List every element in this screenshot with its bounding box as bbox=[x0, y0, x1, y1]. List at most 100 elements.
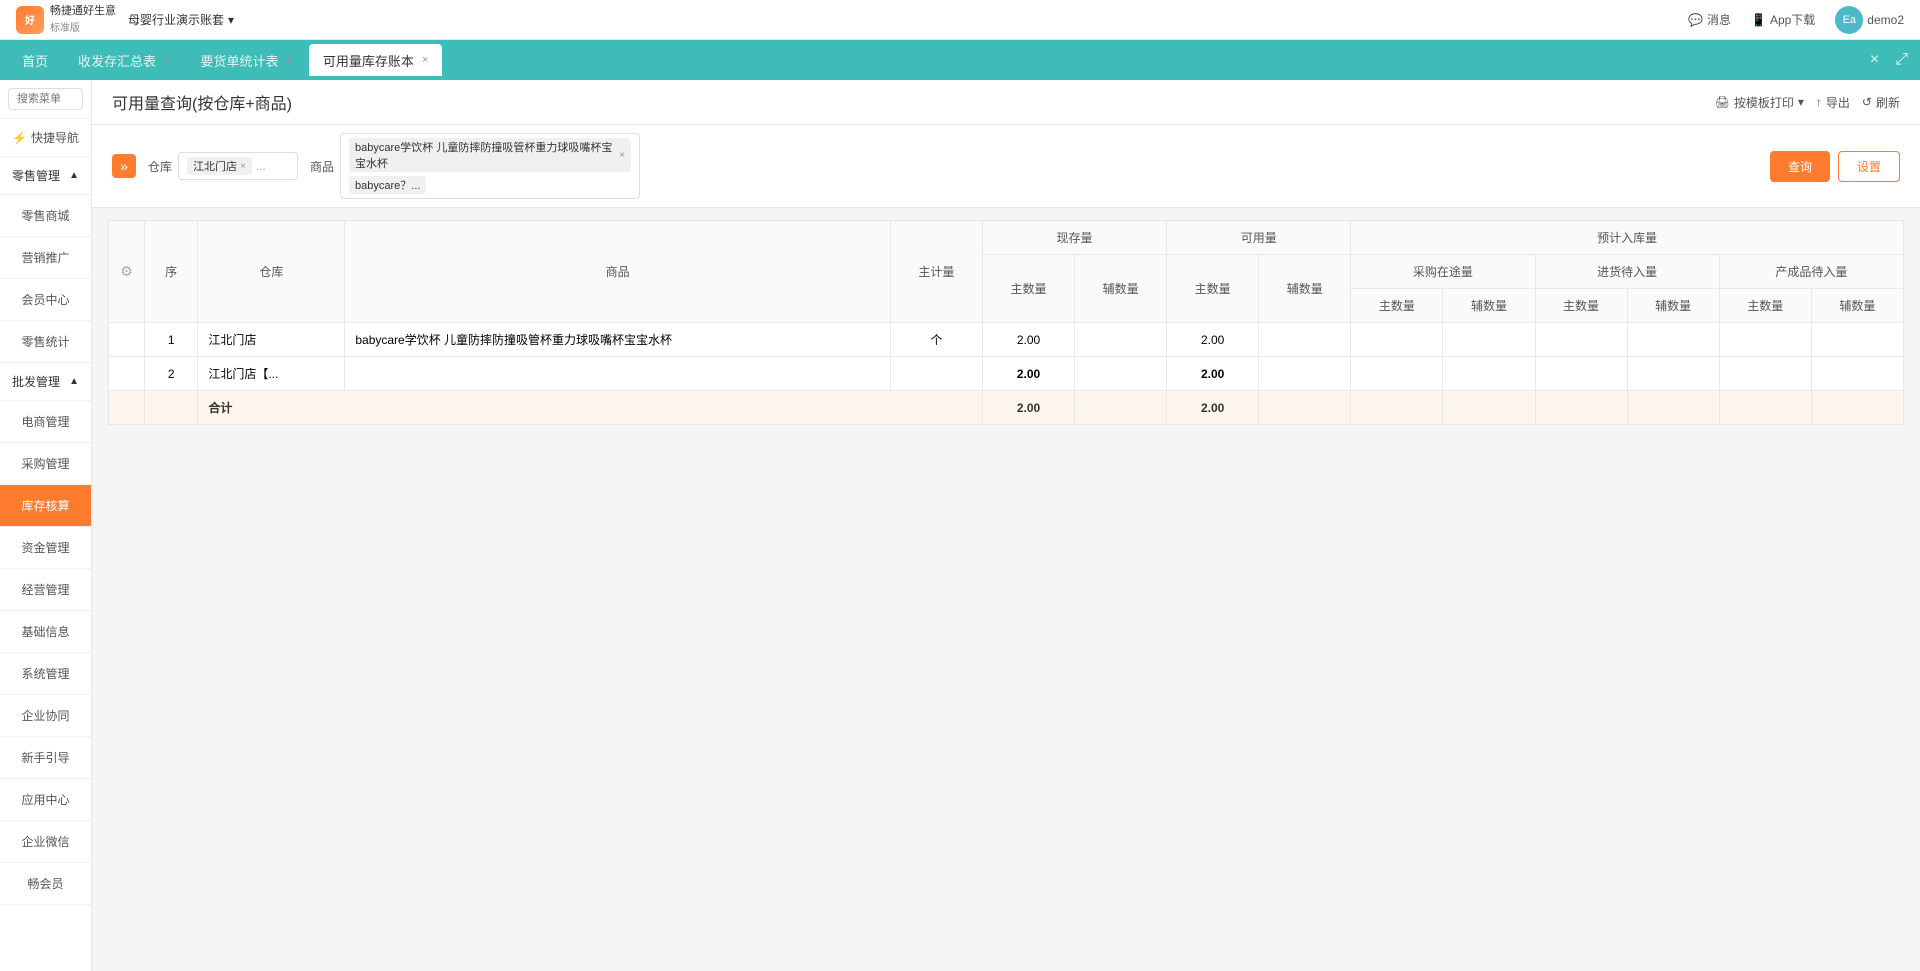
sidebar-item-label: 零售管理 bbox=[12, 167, 60, 184]
tab-purchase-close[interactable]: × bbox=[286, 54, 292, 66]
cell-incoming-aux-1 bbox=[1627, 323, 1719, 357]
table-footer-row: 合计 2.00 2.00 bbox=[109, 391, 1904, 425]
warehouse-filter-label: 仓库 bbox=[148, 158, 172, 175]
settings-button[interactable]: 设置 bbox=[1838, 151, 1900, 182]
cell-no-1: 1 bbox=[145, 323, 198, 357]
cell-current-main-2: 2.00 bbox=[982, 357, 1074, 391]
col-finished-main-header: 主数量 bbox=[1719, 289, 1811, 323]
footer-purchase-main bbox=[1351, 391, 1443, 425]
cell-purchase-main-2 bbox=[1351, 357, 1443, 391]
main-layout: ⚡ 快捷导航 零售管理 ▲ 零售商城 营销推广 会员中心 零售统计 批发管理 ▲… bbox=[0, 80, 1920, 971]
sidebar-item-label: 资金管理 bbox=[21, 539, 69, 556]
print-button[interactable]: 🖨 按模板打印 ▾ bbox=[1715, 94, 1804, 111]
export-button[interactable]: ↑ 导出 bbox=[1816, 94, 1850, 111]
sidebar-item-enterprise-collab[interactable]: 企业协同 bbox=[0, 695, 91, 737]
sidebar-search-input[interactable] bbox=[8, 88, 83, 110]
user-profile[interactable]: Ea demo2 bbox=[1835, 6, 1904, 34]
cell-available-aux-1 bbox=[1259, 323, 1351, 357]
sidebar-item-label: 电商管理 bbox=[21, 413, 69, 430]
sidebar-item-app-center[interactable]: 应用中心 bbox=[0, 779, 91, 821]
col-incoming-main-header: 主数量 bbox=[1535, 289, 1627, 323]
settings-icon[interactable]: ⚙ bbox=[120, 263, 133, 279]
product-filter-input[interactable]: babycare学饮杯 儿童防摔防撞吸管杯重力球吸嘴杯宝宝水杯 × babyca… bbox=[340, 133, 640, 199]
sidebar-item-label: 会员中心 bbox=[21, 291, 69, 308]
footer-current-aux bbox=[1075, 391, 1167, 425]
refresh-button[interactable]: ↺ 刷新 bbox=[1862, 94, 1900, 111]
tab-available-stock[interactable]: 可用量库存账本 × bbox=[309, 44, 442, 76]
sidebar-item-system[interactable]: 系统管理 bbox=[0, 653, 91, 695]
col-purchase-main-header: 主数量 bbox=[1351, 289, 1443, 323]
cell-available-aux-2 bbox=[1259, 357, 1351, 391]
sidebar-item-purchase[interactable]: 采购管理 bbox=[0, 443, 91, 485]
tab-purchase-label: 要货单统计表 bbox=[200, 51, 278, 70]
col-expected-in-header: 预计入库量 bbox=[1351, 221, 1904, 255]
sidebar-item-label: 库存核算 bbox=[21, 497, 69, 514]
tab-receivable-close[interactable]: × bbox=[164, 54, 170, 66]
page-actions: 🖨 按模板打印 ▾ ↑ 导出 ↺ 刷新 bbox=[1715, 94, 1900, 111]
sidebar-item-enterprise-wechat[interactable]: 企业微信 bbox=[0, 821, 91, 863]
cell-incoming-main-2 bbox=[1535, 357, 1627, 391]
sidebar-item-operations[interactable]: 经营管理 bbox=[0, 569, 91, 611]
app-download-button[interactable]: 📱 App下载 bbox=[1751, 11, 1815, 28]
footer-label: 合计 bbox=[198, 391, 983, 425]
query-button[interactable]: 查询 bbox=[1770, 151, 1830, 182]
user-name: demo2 bbox=[1867, 13, 1904, 27]
cell-warehouse-2: 江北门店【... bbox=[198, 357, 345, 391]
sidebar-item-retail-stats[interactable]: 零售统计 bbox=[0, 321, 91, 363]
product-filter-label: 商品 bbox=[310, 158, 334, 175]
sidebar-item-finance[interactable]: 资金管理 bbox=[0, 527, 91, 569]
sidebar-item-inventory[interactable]: 库存核算 bbox=[0, 485, 91, 527]
sidebar-item-label: 企业微信 bbox=[21, 833, 69, 850]
cell-no-2: 2 bbox=[145, 357, 198, 391]
sidebar-item-chang-member[interactable]: 畅会员 bbox=[0, 863, 91, 905]
message-button[interactable]: 💬 消息 bbox=[1688, 11, 1731, 28]
page-header: 可用量查询(按仓库+商品) 🖨 按模板打印 ▾ ↑ 导出 ↺ 刷新 bbox=[92, 80, 1920, 125]
close-all-tabs-button[interactable]: × bbox=[1866, 47, 1883, 73]
product-tag-1-remove[interactable]: × bbox=[619, 150, 625, 161]
cell-finished-aux-1 bbox=[1811, 323, 1903, 357]
expand-tab-button[interactable]: ⤢ bbox=[1891, 47, 1912, 73]
sidebar-item-wholesale-management[interactable]: 批发管理 ▲ bbox=[0, 363, 91, 401]
product-filter-group: 商品 babycare学饮杯 儿童防摔防撞吸管杯重力球吸嘴杯宝宝水杯 × bab… bbox=[310, 133, 640, 199]
warehouse-tag-remove[interactable]: × bbox=[240, 161, 246, 172]
col-product-header: 商品 bbox=[345, 221, 891, 323]
sidebar-item-retail-mall[interactable]: 零售商城 bbox=[0, 195, 91, 237]
sidebar-item-retail-management[interactable]: 零售管理 ▲ bbox=[0, 157, 91, 195]
sidebar-item-member-center[interactable]: 会员中心 bbox=[0, 279, 91, 321]
col-finished-pending-header: 产成品待入量 bbox=[1719, 255, 1903, 289]
sidebar-item-basic-info[interactable]: 基础信息 bbox=[0, 611, 91, 653]
footer-incoming-main bbox=[1535, 391, 1627, 425]
warehouse-tag: 江北门店 × bbox=[187, 157, 252, 175]
sidebar-item-label: 应用中心 bbox=[21, 791, 69, 808]
sidebar-item-label: 零售统计 bbox=[21, 333, 69, 350]
cell-purchase-aux-1 bbox=[1443, 323, 1535, 357]
sidebar-item-new-guide[interactable]: 新手引导 bbox=[0, 737, 91, 779]
tab-available-label: 可用量库存账本 bbox=[323, 51, 414, 70]
sidebar-item-marketing[interactable]: 营销推广 bbox=[0, 237, 91, 279]
expand-filter-button[interactable]: » bbox=[112, 154, 136, 178]
col-purchase-aux-header: 辅数量 bbox=[1443, 289, 1535, 323]
sidebar-item-ecommerce[interactable]: 电商管理 bbox=[0, 401, 91, 443]
warehouse-filter-group: 仓库 江北门店 × ... bbox=[148, 152, 298, 180]
industry-selector[interactable]: 母婴行业演示账套 ▾ bbox=[128, 11, 234, 28]
footer-empty-2 bbox=[145, 391, 198, 425]
top-bar-right: 💬 消息 📱 App下载 Ea demo2 bbox=[1688, 6, 1904, 34]
warehouse-filter-input[interactable]: 江北门店 × ... bbox=[178, 152, 298, 180]
cell-current-aux-1 bbox=[1075, 323, 1167, 357]
export-icon: ↑ bbox=[1816, 95, 1822, 109]
cell-available-main-2: 2.00 bbox=[1167, 357, 1259, 391]
filter-more-icon[interactable]: ... bbox=[256, 159, 266, 173]
nav-tabs-bar: 首页 收发存汇总表 × 要货单统计表 × 可用量库存账本 × × ⤢ bbox=[0, 40, 1920, 80]
chevron-down-icon: ▾ bbox=[228, 13, 234, 27]
cell-checkbox bbox=[109, 357, 145, 391]
app-icon: 📱 bbox=[1751, 13, 1766, 27]
tab-receivable-summary[interactable]: 收发存汇总表 × bbox=[64, 44, 184, 76]
tab-home[interactable]: 首页 bbox=[8, 44, 62, 76]
tab-available-close[interactable]: × bbox=[422, 54, 428, 66]
sidebar-item-label: 批发管理 bbox=[12, 373, 60, 390]
cell-finished-main-1 bbox=[1719, 323, 1811, 357]
footer-current-main: 2.00 bbox=[982, 391, 1074, 425]
sidebar-item-quick-nav[interactable]: ⚡ 快捷导航 bbox=[0, 119, 91, 157]
tab-purchase-stats[interactable]: 要货单统计表 × bbox=[186, 44, 306, 76]
export-label: 导出 bbox=[1826, 94, 1850, 111]
